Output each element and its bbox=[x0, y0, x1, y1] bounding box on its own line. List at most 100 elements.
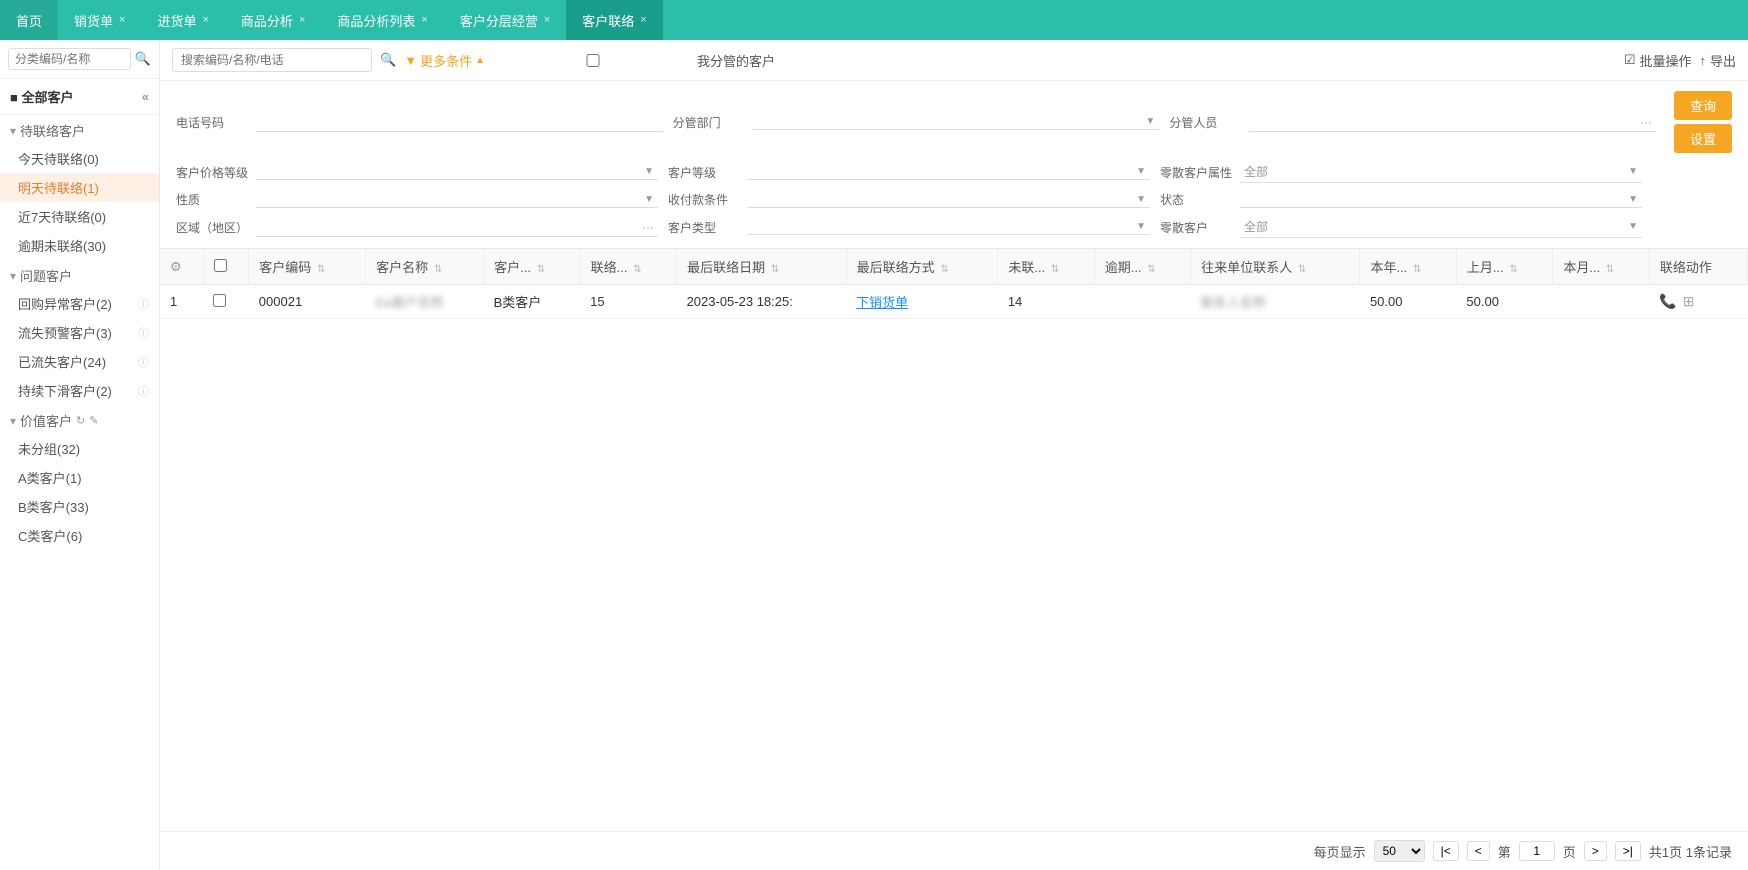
close-icon[interactable]: × bbox=[119, 14, 125, 26]
sort-icon[interactable]: ⇅ bbox=[537, 264, 545, 275]
td-action: 📞 ⊞ bbox=[1649, 285, 1747, 319]
select-all-checkbox[interactable] bbox=[214, 259, 227, 272]
nav-customer-contact[interactable]: 客户联络 × bbox=[566, 0, 662, 40]
first-page-button[interactable]: |< bbox=[1433, 841, 1459, 861]
phone-action-icon[interactable]: 📞 bbox=[1659, 293, 1676, 310]
sort-icon[interactable]: ⇅ bbox=[771, 264, 779, 275]
sort-icon[interactable]: ⇅ bbox=[1413, 264, 1421, 275]
manager-select[interactable]: ··· bbox=[1249, 113, 1656, 132]
sidebar-item-repurchase-abnormal[interactable]: 回购异常客户(2) ⓘ bbox=[0, 289, 159, 318]
close-icon[interactable]: × bbox=[640, 14, 646, 26]
filter-status: 状态 ▼ bbox=[1160, 191, 1642, 208]
ellipsis-icon[interactable]: ··· bbox=[642, 220, 654, 234]
sort-icon[interactable]: ⇅ bbox=[633, 264, 641, 275]
sidebar-item-declining[interactable]: 持续下滑客户(2) ⓘ bbox=[0, 376, 159, 405]
close-icon[interactable]: × bbox=[421, 14, 427, 26]
nav-home[interactable]: 首页 bbox=[0, 0, 58, 40]
nav-product-analysis[interactable]: 商品分析 × bbox=[225, 0, 321, 40]
close-icon[interactable]: × bbox=[544, 14, 550, 26]
sidebar-group-pending: 待联络客户 bbox=[0, 115, 159, 144]
nature-select[interactable]: ▼ bbox=[256, 192, 658, 208]
next-page-button[interactable]: > bbox=[1584, 841, 1607, 861]
sidebar-search-input[interactable] bbox=[8, 48, 131, 70]
sort-icon[interactable]: ⇅ bbox=[1298, 264, 1306, 275]
td-checkbox[interactable] bbox=[203, 285, 249, 319]
th-not-contacted: 未联... ⇅ bbox=[998, 249, 1094, 285]
grid-action-icon[interactable]: ⊞ bbox=[1683, 293, 1695, 310]
region-select[interactable]: ··· bbox=[256, 218, 658, 237]
customer-type-select[interactable]: ▼ bbox=[748, 219, 1150, 235]
filter-retail-attribute: 零散客户属性 全部 ▼ bbox=[1160, 161, 1642, 183]
export-icon: ↑ bbox=[1699, 53, 1706, 68]
th-gear[interactable]: ⚙ bbox=[160, 249, 203, 285]
info-icon: ⓘ bbox=[138, 354, 149, 370]
page-label: 第 bbox=[1498, 842, 1511, 861]
retail-customer-select[interactable]: 全部 ▼ bbox=[1240, 216, 1642, 238]
batch-operation-button[interactable]: ☑ 批量操作 bbox=[1624, 51, 1692, 70]
nav-sales-order[interactable]: 销货单 × bbox=[58, 0, 141, 40]
sidebar-item-today-pending[interactable]: 今天待联络(0) bbox=[0, 144, 159, 173]
chevron-down-icon: ▼ bbox=[1136, 221, 1146, 232]
edit-icon[interactable]: ✎ bbox=[89, 414, 98, 427]
sort-icon[interactable]: ⇅ bbox=[1051, 264, 1059, 275]
sort-icon[interactable]: ⇅ bbox=[1147, 264, 1155, 275]
more-conditions-button[interactable]: ▼ 更多条件 ▲ bbox=[404, 51, 485, 70]
filter-payment: 收付款条件 ▼ bbox=[668, 191, 1150, 208]
chevron-down-icon: ▼ bbox=[1628, 194, 1638, 205]
prev-page-button[interactable]: < bbox=[1467, 841, 1490, 861]
sidebar: 🔍 ■ 全部客户 « 待联络客户 今天待联络(0) 明天待联络(1) 近7天待联… bbox=[0, 40, 160, 870]
sort-icon[interactable]: ⇅ bbox=[434, 264, 442, 275]
th-checkbox[interactable] bbox=[203, 249, 249, 285]
query-button[interactable]: 查询 bbox=[1674, 91, 1732, 120]
phone-input[interactable] bbox=[256, 113, 663, 132]
row-checkbox[interactable] bbox=[213, 294, 226, 307]
chevron-down-icon: ▼ bbox=[1145, 116, 1155, 127]
sort-icon[interactable]: ⇅ bbox=[1509, 264, 1517, 275]
sidebar-item-7days-pending[interactable]: 近7天待联络(0) bbox=[0, 202, 159, 231]
close-icon[interactable]: × bbox=[299, 14, 305, 26]
chevron-down-icon: ▼ bbox=[644, 194, 654, 205]
search-icon[interactable]: 🔍 bbox=[135, 51, 151, 67]
nav-purchase-order[interactable]: 进货单 × bbox=[141, 0, 224, 40]
ellipsis-icon[interactable]: ··· bbox=[1640, 115, 1652, 129]
nav-customer-tier[interactable]: 客户分层经营 × bbox=[444, 0, 566, 40]
sidebar-item-overdue-contact[interactable]: 逾期未联络(30) bbox=[0, 231, 159, 260]
td-last-method[interactable]: 下销货单 bbox=[846, 285, 998, 319]
sort-icon[interactable]: ⇅ bbox=[317, 264, 325, 275]
last-page-button[interactable]: >| bbox=[1615, 841, 1641, 861]
sidebar-item-b-class[interactable]: B类客户(33) bbox=[0, 492, 159, 521]
page-number-input[interactable] bbox=[1519, 841, 1555, 861]
filter-row-3: 性质 ▼ 收付款条件 ▼ 状态 bbox=[176, 191, 1732, 208]
sort-icon[interactable]: ⇅ bbox=[1606, 264, 1614, 275]
th-contact-person: 往来单位联系人 ⇅ bbox=[1191, 249, 1360, 285]
th-last-month: 上月... ⇅ bbox=[1456, 249, 1552, 285]
sidebar-item-churned[interactable]: 已流失客户(24) ⓘ bbox=[0, 347, 159, 376]
sidebar-item-tomorrow-pending[interactable]: 明天待联络(1) bbox=[0, 173, 159, 202]
collapse-icon[interactable]: « bbox=[142, 89, 149, 104]
sidebar-item-c-class[interactable]: C类客户(6) bbox=[0, 521, 159, 550]
close-icon[interactable]: × bbox=[202, 14, 208, 26]
chevron-down-icon: ▼ bbox=[644, 166, 654, 177]
search-input[interactable] bbox=[172, 48, 372, 72]
sidebar-item-unclassified[interactable]: 未分组(32) bbox=[0, 434, 159, 463]
retail-attribute-select[interactable]: 全部 ▼ bbox=[1240, 161, 1642, 183]
sort-icon[interactable]: ⇅ bbox=[940, 264, 948, 275]
filter-row-4: 区域（地区） ··· 客户类型 ▼ 零散客户 全部 bbox=[176, 216, 1732, 238]
refresh-icon[interactable]: ↻ bbox=[76, 414, 85, 427]
main-layout: 🔍 ■ 全部客户 « 待联络客户 今天待联络(0) 明天待联络(1) 近7天待联… bbox=[0, 40, 1748, 870]
per-page-select[interactable]: 50 100 200 bbox=[1374, 840, 1425, 862]
dept-select[interactable]: ▼ bbox=[753, 114, 1160, 130]
payment-select[interactable]: ▼ bbox=[748, 192, 1150, 208]
sidebar-item-a-class[interactable]: A类客户(1) bbox=[0, 463, 159, 492]
sidebar-item-churn-warning[interactable]: 流失预警客户(3) ⓘ bbox=[0, 318, 159, 347]
set-button[interactable]: 设置 bbox=[1674, 124, 1732, 153]
export-button[interactable]: ↑ 导出 bbox=[1699, 51, 1736, 70]
chevron-down-icon: ▲ bbox=[475, 55, 485, 66]
price-level-select[interactable]: ▼ bbox=[256, 164, 658, 180]
nav-product-analysis-list[interactable]: 商品分析列表 × bbox=[321, 0, 443, 40]
status-select[interactable]: ▼ bbox=[1240, 192, 1642, 208]
my-customers-checkbox[interactable]: 我分管的客户 bbox=[493, 51, 775, 70]
search-icon[interactable]: 🔍 bbox=[380, 52, 396, 68]
top-navigation: 首页 销货单 × 进货单 × 商品分析 × 商品分析列表 × 客户分层经营 × … bbox=[0, 0, 1748, 40]
customer-level-select[interactable]: ▼ bbox=[748, 164, 1150, 180]
